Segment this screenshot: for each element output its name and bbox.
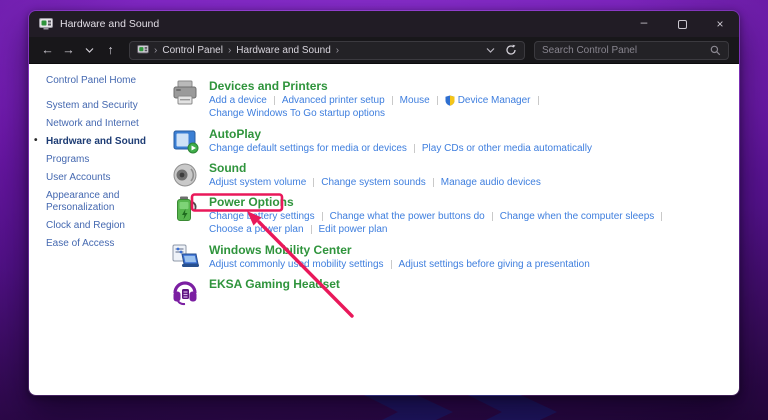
task-link-change-battery-settings[interactable]: Change battery settings bbox=[209, 210, 315, 223]
address-bar[interactable]: › Control Panel › Hardware and Sound › bbox=[129, 41, 525, 60]
chevron-down-icon bbox=[85, 46, 94, 54]
speaker-icon bbox=[170, 160, 200, 190]
section-power-options: Power Options Change battery settings Ch… bbox=[170, 195, 739, 236]
task-link[interactable]: Mouse bbox=[400, 94, 430, 107]
category-title[interactable]: Sound bbox=[209, 161, 541, 175]
task-link[interactable]: Choose a power plan bbox=[209, 223, 304, 236]
breadcrumb-separator: › bbox=[228, 45, 231, 56]
sidebar-item-network-and-internet[interactable]: Network and Internet bbox=[46, 118, 162, 131]
control-panel-icon bbox=[137, 45, 149, 55]
task-link[interactable]: Change system sounds bbox=[321, 176, 426, 189]
section-windows-mobility-center: Windows Mobility Center Adjust commonly … bbox=[170, 243, 739, 273]
task-link[interactable]: Change what the power buttons do bbox=[330, 210, 485, 223]
recent-locations-button[interactable] bbox=[79, 40, 100, 60]
sidebar-item-programs[interactable]: Programs bbox=[46, 154, 162, 167]
task-link[interactable]: Adjust system volume bbox=[209, 176, 306, 189]
content-area: Control Panel Home System and Security N… bbox=[29, 64, 739, 395]
desktop-background: Hardware and Sound – × ← → ↑ bbox=[0, 0, 768, 420]
search-input[interactable] bbox=[542, 45, 710, 56]
task-link[interactable]: Play CDs or other media automatically bbox=[422, 142, 592, 155]
maximize-icon bbox=[678, 20, 687, 29]
breadcrumb-separator: › bbox=[336, 45, 339, 56]
battery-icon bbox=[170, 194, 200, 224]
search-box[interactable] bbox=[534, 41, 729, 60]
section-autoplay: AutoPlay Change default settings for med… bbox=[170, 127, 739, 157]
task-link[interactable]: Change when the computer sleeps bbox=[500, 210, 655, 223]
window-title: Hardware and Sound bbox=[60, 18, 159, 30]
section-eksa-gaming-headset: EKSA Gaming Headset bbox=[170, 277, 739, 307]
minimize-button[interactable]: – bbox=[625, 11, 663, 37]
up-icon: ↑ bbox=[107, 43, 113, 57]
search-icon bbox=[710, 45, 721, 56]
task-link-device-manager[interactable]: Device Manager bbox=[445, 94, 531, 107]
navigation-bar: ← → ↑ › Control Panel › Hardware and Sou… bbox=[29, 37, 739, 64]
breadcrumb-hardware-and-sound[interactable]: Hardware and Sound bbox=[236, 45, 331, 56]
sidebar-item-control-panel-home[interactable]: Control Panel Home bbox=[46, 75, 162, 88]
section-sound: Sound Adjust system volume Change system… bbox=[170, 161, 739, 191]
headset-icon bbox=[170, 276, 200, 306]
sidebar-item-ease-of-access[interactable]: Ease of Access bbox=[46, 238, 162, 251]
sidebar-item-appearance-and-personalization[interactable]: Appearance and Personalization bbox=[46, 190, 162, 215]
address-dropdown-icon[interactable] bbox=[486, 46, 495, 54]
back-button[interactable]: ← bbox=[37, 40, 58, 60]
wallpaper-chevron bbox=[358, 392, 453, 420]
task-link[interactable]: Change default settings for media or dev… bbox=[209, 142, 407, 155]
category-title[interactable]: EKSA Gaming Headset bbox=[209, 277, 340, 291]
task-link[interactable]: Change Windows To Go startup options bbox=[209, 107, 385, 120]
forward-button[interactable]: → bbox=[58, 40, 79, 60]
task-link[interactable]: Add a device bbox=[209, 94, 267, 107]
task-link[interactable]: Manage audio devices bbox=[441, 176, 541, 189]
active-bullet-icon: • bbox=[34, 135, 38, 148]
close-button[interactable]: × bbox=[701, 11, 739, 37]
breadcrumb-control-panel[interactable]: Control Panel bbox=[162, 45, 223, 56]
task-link[interactable]: Edit power plan bbox=[319, 223, 388, 236]
task-link[interactable]: Adjust commonly used mobility settings bbox=[209, 258, 384, 271]
mobility-icon bbox=[170, 242, 200, 272]
category-title[interactable]: AutoPlay bbox=[209, 127, 592, 141]
sidebar-item-user-accounts[interactable]: User Accounts bbox=[46, 172, 162, 185]
refresh-icon[interactable] bbox=[505, 44, 517, 56]
task-link[interactable]: Advanced printer setup bbox=[282, 94, 385, 107]
breadcrumb-separator: › bbox=[154, 45, 157, 56]
category-list: Devices and Printers Add a device Advanc… bbox=[162, 64, 739, 395]
uac-shield-icon bbox=[445, 95, 455, 106]
forward-icon: → bbox=[62, 43, 75, 57]
wallpaper-chevron bbox=[462, 392, 557, 420]
up-button[interactable]: ↑ bbox=[100, 40, 121, 60]
back-icon: ← bbox=[41, 43, 54, 57]
printer-icon bbox=[170, 78, 200, 108]
sidebar: Control Panel Home System and Security N… bbox=[29, 64, 162, 395]
category-title[interactable]: Windows Mobility Center bbox=[209, 243, 590, 257]
category-title[interactable]: Power Options bbox=[209, 195, 669, 209]
control-panel-window: Hardware and Sound – × ← → ↑ bbox=[28, 10, 740, 396]
title-bar: Hardware and Sound – × bbox=[29, 11, 739, 37]
maximize-button[interactable] bbox=[663, 11, 701, 37]
category-title[interactable]: Devices and Printers bbox=[209, 79, 546, 93]
sidebar-item-system-and-security[interactable]: System and Security bbox=[46, 100, 162, 113]
sidebar-item-hardware-and-sound[interactable]: • Hardware and Sound bbox=[46, 136, 162, 149]
sidebar-item-clock-and-region[interactable]: Clock and Region bbox=[46, 220, 162, 233]
task-link[interactable]: Adjust settings before giving a presenta… bbox=[399, 258, 590, 271]
control-panel-icon bbox=[39, 18, 53, 30]
autoplay-icon bbox=[170, 126, 200, 156]
section-devices-and-printers: Devices and Printers Add a device Advanc… bbox=[170, 79, 739, 120]
